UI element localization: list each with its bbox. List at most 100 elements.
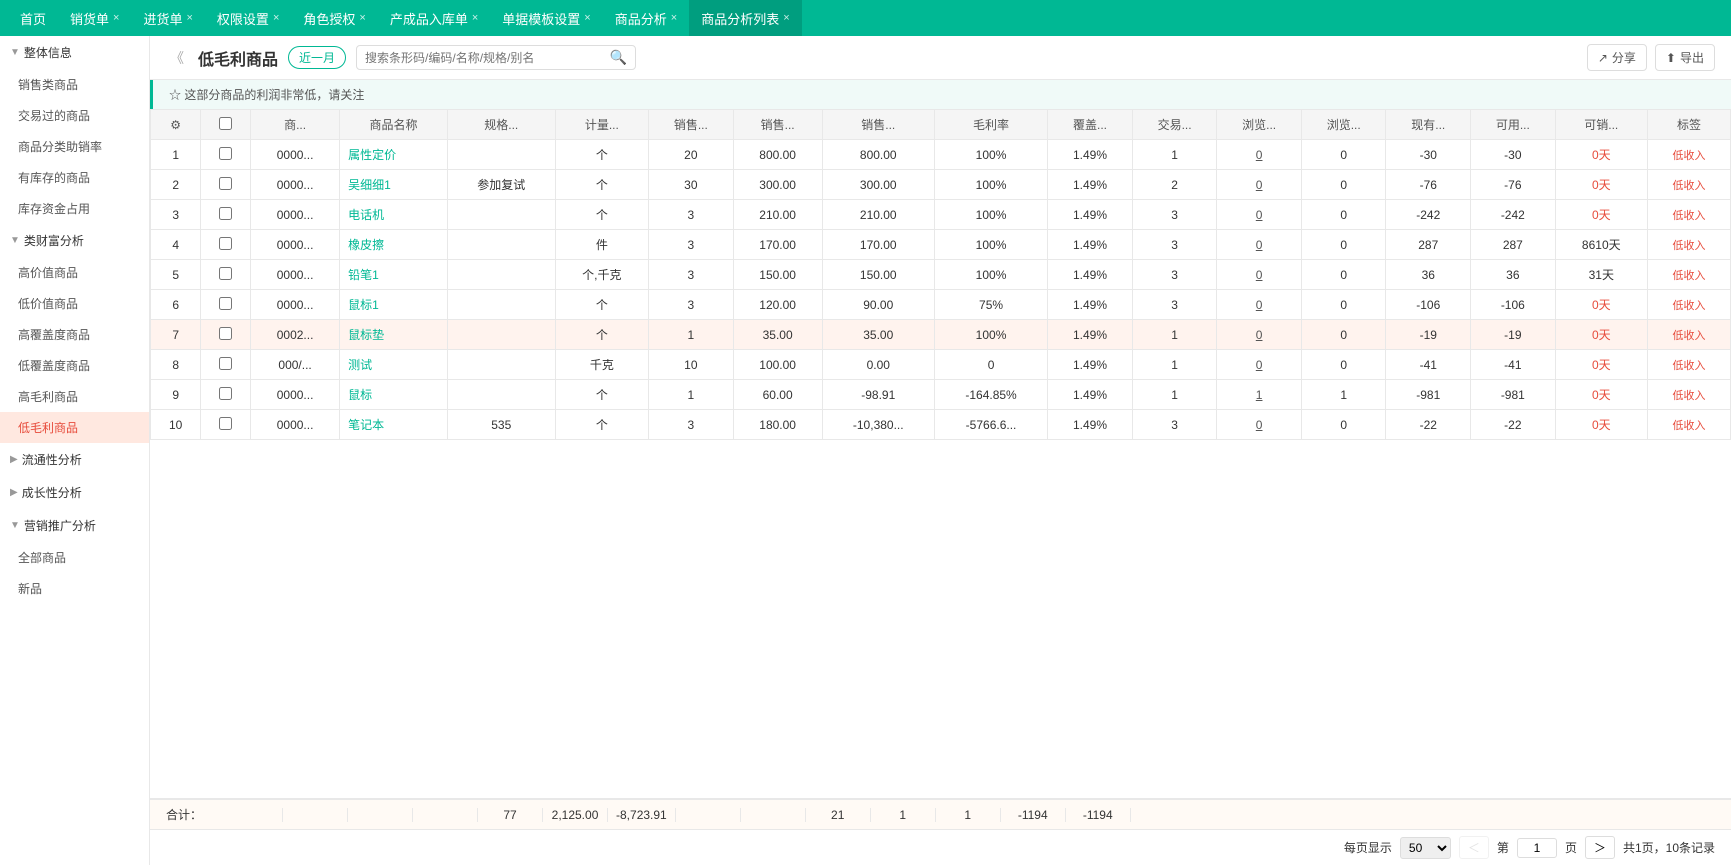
sidebar-item-low-value[interactable]: 低价值商品 [0,288,149,319]
row-name[interactable]: 电话机 [340,200,448,230]
share-button[interactable]: ↗ 分享 [1587,44,1647,71]
sidebar-group-overall-info[interactable]: ▼ 整体信息 [0,36,149,69]
row-name[interactable]: 鼠标1 [340,290,448,320]
nav-product-inbound[interactable]: 产成品入库单 × [378,0,490,36]
row-name[interactable]: 鼠标 [340,380,448,410]
row-sale-amount: 800.00 [822,140,934,170]
row-sale-price: 60.00 [733,380,822,410]
nav-sales-order[interactable]: 销货单 × [58,0,131,36]
row-tag: 低收入 [1647,140,1730,170]
row-checkbox[interactable] [219,237,232,250]
nav-template-settings[interactable]: 单据模板设置 × [490,0,602,36]
row-name[interactable]: 铅笔1 [340,260,448,290]
sidebar-group-growth[interactable]: ▶ 成长性分析 [0,476,149,509]
notice-bar: ☆ 这部分商品的利润非常低，请关注 [150,80,1731,109]
table-row: 1 0000... 属性定价 个 20 800.00 800.00 100% 1… [151,140,1731,170]
row-browse1[interactable]: 0 [1217,170,1302,200]
nav-close-icon[interactable]: × [584,12,590,24]
search-input[interactable] [365,51,610,65]
sidebar-item-inventory-capital[interactable]: 库存资金占用 [0,193,149,224]
row-checkbox-cell [201,410,251,440]
row-checkbox[interactable] [219,297,232,310]
row-browse1[interactable]: 0 [1217,230,1302,260]
nav-permission-settings[interactable]: 权限设置 × [205,0,291,36]
row-name[interactable]: 吴细细1 [340,170,448,200]
col-check[interactable] [201,110,251,140]
row-sale-amount: 0.00 [822,350,934,380]
collapse-arrow-icon: ▼ [10,47,20,58]
sidebar-item-low-margin[interactable]: 低毛利商品 [0,412,149,443]
row-browse1[interactable]: 0 [1217,200,1302,230]
sidebar-item-new-products[interactable]: 新品 [0,573,149,604]
row-checkbox[interactable] [219,207,232,220]
nav-close-icon[interactable]: × [783,12,789,24]
nav-close-icon[interactable]: × [472,12,478,24]
row-checkbox[interactable] [219,177,232,190]
row-sale-amount: 210.00 [822,200,934,230]
row-checkbox-cell [201,350,251,380]
select-all-checkbox[interactable] [219,117,232,130]
row-index: 3 [151,200,201,230]
row-index: 2 [151,170,201,200]
sidebar-group-circulation[interactable]: ▶ 流通性分析 [0,443,149,476]
sidebar-item-sales-products[interactable]: 销售类商品 [0,69,149,100]
nav-product-analysis-list[interactable]: 商品分析列表 × [689,0,801,36]
row-checkbox[interactable] [219,357,232,370]
page-number-input[interactable] [1517,838,1557,858]
nav-close-icon[interactable]: × [273,12,279,24]
col-sale-qty: 销售... [649,110,734,140]
row-browse1[interactable]: 0 [1217,260,1302,290]
row-tag: 低收入 [1647,290,1730,320]
row-current: -19 [1386,320,1471,350]
nav-close-icon[interactable]: × [186,12,192,24]
row-checkbox[interactable] [219,267,232,280]
sidebar-item-high-coverage[interactable]: 高覆盖度商品 [0,319,149,350]
row-browse1[interactable]: 0 [1217,290,1302,320]
export-button[interactable]: ⬆ 导出 [1655,44,1715,71]
row-browse2: 0 [1301,230,1386,260]
row-sale-qty: 3 [649,260,734,290]
search-icon[interactable]: 🔍 [610,49,627,66]
col-setting[interactable]: ⚙ [151,110,201,140]
page-size-select[interactable]: 50 100 200 [1400,837,1451,859]
nav-purchase-order[interactable]: 进货单 × [131,0,204,36]
nav-role-auth[interactable]: 角色授权 × [291,0,377,36]
row-checkbox[interactable] [219,387,232,400]
nav-close-icon[interactable]: × [113,12,119,24]
row-name[interactable]: 笔记本 [340,410,448,440]
nav-close-icon[interactable]: × [359,12,365,24]
row-trade: 3 [1132,290,1217,320]
nav-home[interactable]: 首页 [8,0,58,36]
row-name[interactable]: 测试 [340,350,448,380]
row-name[interactable]: 橡皮擦 [340,230,448,260]
sidebar-collapse-button[interactable]: 《 [166,48,188,68]
row-checkbox[interactable] [219,147,232,160]
next-page-button[interactable]: ＞ [1585,836,1615,859]
nav-product-analysis[interactable]: 商品分析 × [603,0,689,36]
sidebar-group-marketing[interactable]: ▼ 营销推广分析 [0,509,149,542]
sidebar-item-high-value[interactable]: 高价值商品 [0,257,149,288]
row-browse1[interactable]: 0 [1217,350,1302,380]
sidebar-item-category-sales-rate[interactable]: 商品分类助销率 [0,131,149,162]
sidebar-item-traded-products[interactable]: 交易过的商品 [0,100,149,131]
row-browse1[interactable]: 0 [1217,140,1302,170]
table-header-row: ⚙ 商... 商品名称 规格... 计量... 销售... 销售... 销售..… [151,110,1731,140]
row-checkbox[interactable] [219,327,232,340]
sidebar-item-all-products[interactable]: 全部商品 [0,542,149,573]
sidebar-item-high-margin[interactable]: 高毛利商品 [0,381,149,412]
row-browse1[interactable]: 0 [1217,320,1302,350]
row-name[interactable]: 属性定价 [340,140,448,170]
row-sale-amount: 300.00 [822,170,934,200]
row-browse1[interactable]: 1 [1217,380,1302,410]
sidebar-item-low-coverage[interactable]: 低覆盖度商品 [0,350,149,381]
row-sale-amount: 170.00 [822,230,934,260]
sidebar-group-wealth-analysis[interactable]: ▼ 类财富分析 [0,224,149,257]
row-name[interactable]: 鼠标垫 [340,320,448,350]
row-checkbox[interactable] [219,417,232,430]
prev-page-button[interactable]: ＜ [1459,836,1489,859]
filter-recent-month-button[interactable]: 近一月 [288,46,346,69]
row-browse1[interactable]: 0 [1217,410,1302,440]
row-unit: 个 [555,290,648,320]
nav-close-icon[interactable]: × [671,12,677,24]
sidebar-item-instock-products[interactable]: 有库存的商品 [0,162,149,193]
